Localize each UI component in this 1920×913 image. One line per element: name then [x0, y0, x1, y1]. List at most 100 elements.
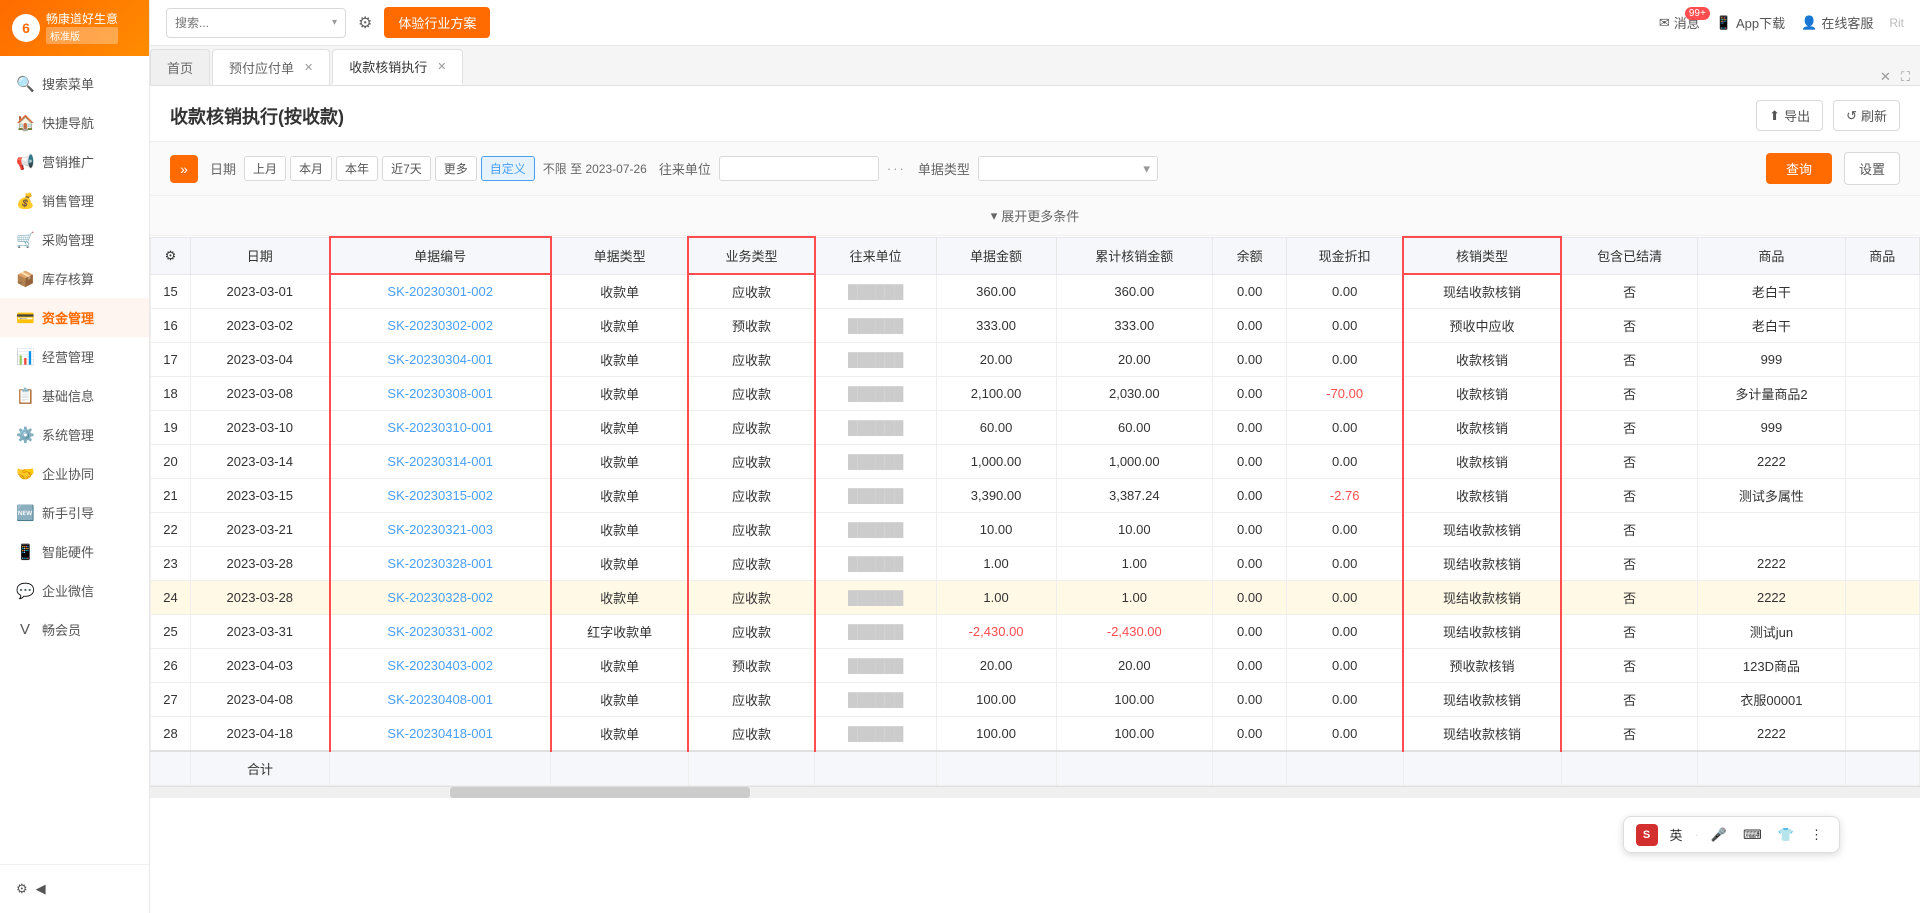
cell-cum-cancel: -2,430.00	[1056, 615, 1212, 649]
cell-order-no[interactable]: SK-20230308-001	[330, 377, 551, 411]
order-no-link[interactable]: SK-20230403-002	[387, 658, 493, 673]
cell-order-no[interactable]: SK-20230331-002	[330, 615, 551, 649]
cell-order-no[interactable]: SK-20230408-001	[330, 683, 551, 717]
sidebar-settings-btn[interactable]: ⚙ ◀	[0, 873, 149, 905]
sidebar-item-search[interactable]: 🔍 搜索菜单	[0, 64, 149, 103]
sidebar-item-finance[interactable]: 💳 资金管理	[0, 298, 149, 337]
cell-order-no[interactable]: SK-20230304-001	[330, 343, 551, 377]
sidebar-item-basic[interactable]: 📋 基础信息	[0, 376, 149, 415]
cell-product: 测试多属性	[1698, 479, 1845, 513]
ime-more-btn[interactable]: ⋮	[1806, 825, 1827, 845]
cell-order-no[interactable]: SK-20230310-001	[330, 411, 551, 445]
page-actions: ⬆ 导出 ↺ 刷新	[1756, 100, 1900, 131]
sidebar-item-purchase[interactable]: 🛒 采购管理	[0, 220, 149, 259]
topbar-search-input[interactable]	[175, 16, 326, 30]
order-no-link[interactable]: SK-20230314-001	[387, 454, 493, 469]
filter-date-last-month[interactable]: 上月	[244, 156, 286, 181]
filter-type-select[interactable]	[978, 156, 1158, 181]
topbar-app-download[interactable]: 📱 App下载	[1716, 13, 1785, 32]
ime-lang-btn[interactable]: 英	[1666, 823, 1687, 846]
tab-close-all-icon[interactable]: ✕	[1880, 69, 1891, 85]
tab-expand-icon[interactable]: ⛶	[1901, 69, 1910, 85]
sidebar-item-collab[interactable]: 🤝 企业协同	[0, 454, 149, 493]
order-no-link[interactable]: SK-20230304-001	[387, 352, 493, 367]
export-button[interactable]: ⬆ 导出	[1756, 100, 1823, 131]
cell-order-no[interactable]: SK-20230314-001	[330, 445, 551, 479]
sidebar-item-member[interactable]: V 畅会员	[0, 610, 149, 649]
sidebar-collapse-btn[interactable]: ◀	[36, 881, 46, 897]
order-no-link[interactable]: SK-20230408-001	[387, 692, 493, 707]
filter-date-more[interactable]: 更多	[435, 156, 477, 181]
cell-order-no[interactable]: SK-20230302-002	[330, 309, 551, 343]
sidebar-item-guide[interactable]: 🆕 新手引导	[0, 493, 149, 532]
cell-balance: 0.00	[1213, 274, 1287, 309]
order-no-link[interactable]: SK-20230328-001	[387, 556, 493, 571]
ime-skin-btn[interactable]: 👕	[1774, 825, 1798, 845]
ime-mic-btn[interactable]: 🎤	[1707, 825, 1731, 845]
order-no-link[interactable]: SK-20230302-002	[387, 318, 493, 333]
sidebar-item-shortcut[interactable]: 🏠 快捷导航	[0, 103, 149, 142]
order-no-link[interactable]: SK-20230331-002	[387, 624, 493, 639]
filter-unit-input[interactable]	[719, 156, 879, 181]
cell-include-cleared: 否	[1561, 683, 1698, 717]
cell-order-no[interactable]: SK-20230418-001	[330, 717, 551, 752]
order-no-link[interactable]: SK-20230310-001	[387, 420, 493, 435]
sidebar-item-sales[interactable]: 💰 销售管理	[0, 181, 149, 220]
filter-date-7days[interactable]: 近7天	[382, 156, 431, 181]
sidebar-item-marketing[interactable]: 📢 营销推广	[0, 142, 149, 181]
filter-toggle-button[interactable]: »	[170, 155, 198, 183]
sidebar-item-system[interactable]: ⚙️ 系统管理	[0, 415, 149, 454]
cell-idx: 18	[151, 377, 191, 411]
topbar-customer-service[interactable]: 👤 在线客服	[1801, 13, 1873, 32]
topbar-solution-button[interactable]: 体验行业方案	[384, 7, 490, 38]
cell-biz-type: 应收款	[688, 615, 814, 649]
tab-prepay-close[interactable]: ✕	[304, 61, 313, 74]
th-idx: ⚙	[151, 237, 191, 274]
filter-expand-conditions[interactable]: ▾ 展开更多条件	[983, 202, 1088, 229]
cell-order-no[interactable]: SK-20230328-001	[330, 547, 551, 581]
tab-prepay[interactable]: 预付应付单 ✕	[212, 49, 330, 85]
sidebar-item-hardware[interactable]: 📱 智能硬件	[0, 532, 149, 571]
filter-date-this-year[interactable]: 本年	[336, 156, 378, 181]
cell-idx: 26	[151, 649, 191, 683]
table-body: 152023-03-01SK-20230301-002收款单应收款██████3…	[151, 274, 1920, 786]
horizontal-scrollbar[interactable]	[150, 786, 1920, 798]
sidebar-item-wechat[interactable]: 💬 企业微信	[0, 571, 149, 610]
order-no-link[interactable]: SK-20230321-003	[387, 522, 493, 537]
setting-button[interactable]: 设置	[1844, 152, 1900, 185]
sidebar-item-inventory[interactable]: 📦 库存核算	[0, 259, 149, 298]
cell-order-type: 收款单	[551, 479, 689, 513]
sidebar-item-operation[interactable]: 📊 经营管理	[0, 337, 149, 376]
ime-keyboard-btn[interactable]: ⌨	[1739, 825, 1766, 845]
tab-receipt[interactable]: 收款核销执行 ✕	[332, 49, 463, 85]
chevron-down-icon: ▾	[991, 208, 998, 224]
query-button[interactable]: 查询	[1766, 153, 1832, 184]
scrollbar-thumb[interactable]	[450, 787, 750, 798]
order-no-link[interactable]: SK-20230301-002	[387, 284, 493, 299]
cell-product: 2222	[1698, 547, 1845, 581]
search-icon: 🔍	[16, 75, 34, 93]
filter-unit-more-icon[interactable]: ···	[887, 161, 906, 176]
cell-order-no[interactable]: SK-20230403-002	[330, 649, 551, 683]
cell-product2	[1845, 683, 1919, 717]
filter-date-custom[interactable]: 自定义	[481, 156, 535, 181]
cell-balance: 0.00	[1213, 513, 1287, 547]
cell-order-no[interactable]: SK-20230315-002	[330, 479, 551, 513]
order-no-link[interactable]: SK-20230308-001	[387, 386, 493, 401]
filter-date-this-month[interactable]: 本月	[290, 156, 332, 181]
cell-cash-discount: 0.00	[1287, 411, 1403, 445]
cell-order-no[interactable]: SK-20230328-002	[330, 581, 551, 615]
cell-order-no[interactable]: SK-20230321-003	[330, 513, 551, 547]
cell-amount: 333.00	[936, 309, 1056, 343]
tab-receipt-close[interactable]: ✕	[437, 60, 446, 73]
order-no-link[interactable]: SK-20230418-001	[387, 726, 493, 741]
order-no-link[interactable]: SK-20230328-002	[387, 590, 493, 605]
refresh-button[interactable]: ↺ 刷新	[1833, 100, 1900, 131]
topbar-gear-icon[interactable]: ⚙	[358, 13, 372, 33]
tab-home[interactable]: 首页	[150, 49, 210, 85]
order-no-link[interactable]: SK-20230315-002	[387, 488, 493, 503]
topbar-messages[interactable]: ✉ 消息 99+	[1659, 13, 1700, 32]
export-icon: ⬆	[1769, 108, 1780, 124]
cell-order-no[interactable]: SK-20230301-002	[330, 274, 551, 309]
cell-order-type: 收款单	[551, 309, 689, 343]
